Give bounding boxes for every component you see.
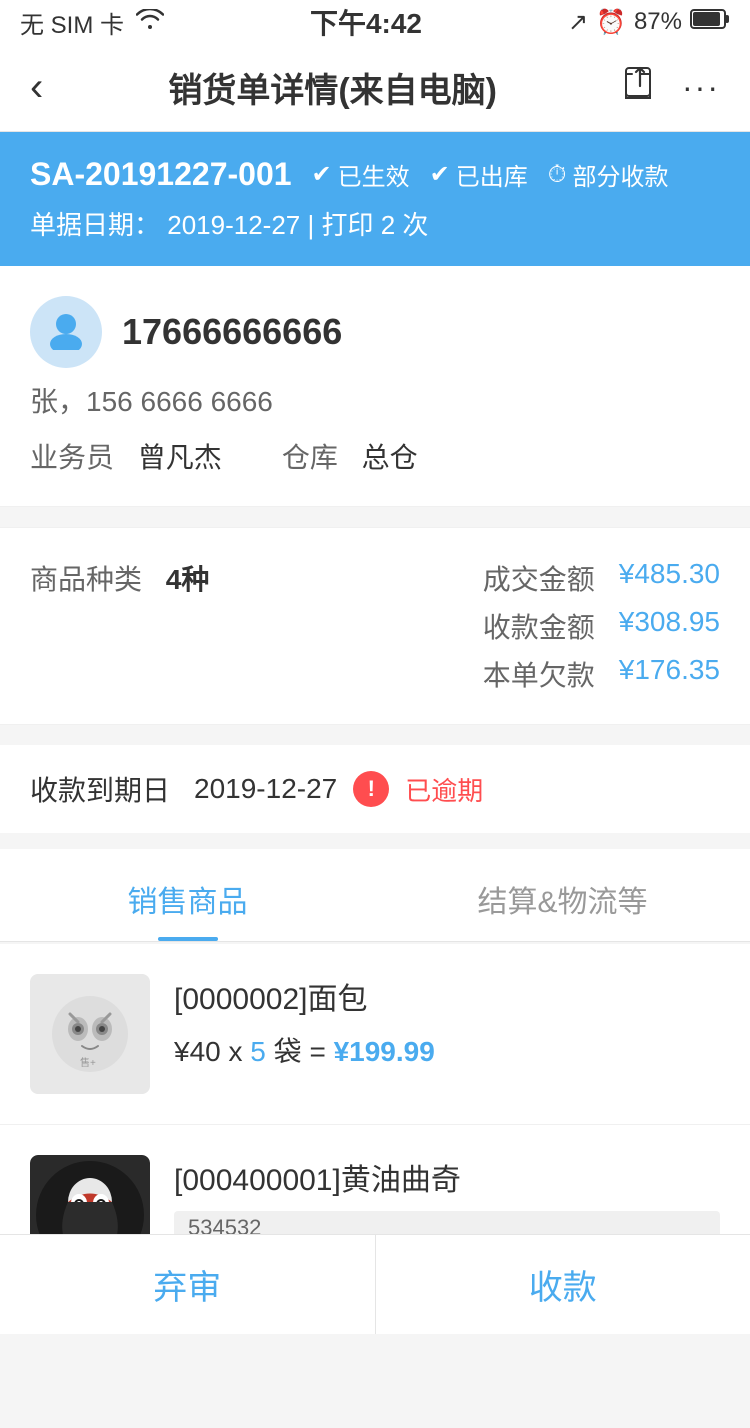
check-icon-2: ✔ [430,160,450,189]
status-badge-active: ✔ 已生效 [312,157,410,192]
avatar-icon [44,306,88,359]
product-thumb-placeholder-1: 售+ [30,974,150,1094]
salesperson-label: 业务员 [30,442,114,473]
customer-top: 17666666666 [30,296,720,368]
product-types-count: 4种 [166,564,210,595]
transaction-amount: ¥485.30 [619,558,720,598]
arrears-amount-row: 本单欠款 ¥176.35 [483,654,720,694]
overdue-text: 已逾期 [405,771,483,808]
unit-value-1: 袋 [274,1036,302,1067]
tabs-row: 销售商品 结算&物流等 [0,849,750,941]
battery-text: 87% [634,8,682,36]
order-number: SA-20191227-001 [30,156,292,193]
bottom-bar: 弃审 收款 [0,1234,750,1334]
product-info-1: [0000002]面包 ¥40 x 5 袋 = ¥199.99 [174,974,720,1070]
customer-section: 17666666666 张，156 6666 6666 业务员 曾凡杰 仓库 总… [0,266,750,507]
product-types-field: 商品种类 4种 [30,558,209,598]
page-title: 销货单详情(来自电脑) [168,63,497,112]
customer-contact: 张，156 6666 6666 [30,380,720,420]
nav-left: ‹ [30,65,43,110]
transaction-amount-row: 成交金额 ¥485.30 [483,558,720,598]
status-bar-right: ↗ ⏰ 87% [568,8,730,37]
confirm-button[interactable]: 收款 [376,1235,750,1334]
status-badge-shipped: ✔ 已出库 [430,157,528,192]
warehouse-label: 仓库 [282,442,338,473]
product-name-1: [0000002]面包 [174,974,720,1018]
order-banner-top: SA-20191227-001 ✔ 已生效 ✔ 已出库 ⏱ 部分收款 [30,156,720,193]
salesperson-value: 曾凡杰 [138,442,222,473]
tab-settlement-label: 结算&物流等 [477,886,647,919]
overdue-icon: ! [353,771,389,807]
warehouse-field: 仓库 总仓 [282,436,418,476]
svg-text:售+: 售+ [80,1056,96,1069]
amounts-column: 成交金额 ¥485.30 收款金额 ¥308.95 本单欠款 ¥176.35 [483,558,720,694]
arrears-amount: ¥176.35 [619,654,720,694]
qty-value-1: 5 [250,1036,266,1067]
payment-label: 收款金额 [483,606,595,646]
status-bar: 无 SIM 卡 下午4:42 ↗ ⏰ 87% [0,0,750,44]
warehouse-value: 总仓 [362,442,418,473]
product-thumb-1: 售+ [30,974,150,1094]
price-value-1: ¥40 [174,1036,221,1067]
wifi-icon [136,8,164,36]
summary-row: 商品种类 4种 成交金额 ¥485.30 收款金额 ¥308.95 本单欠款 ¥… [30,558,720,694]
due-date-section: 收款到期日 2019-12-27 ! 已逾期 [0,745,750,833]
more-icon[interactable]: ··· [682,69,720,106]
avatar [30,296,102,368]
payment-amount-row: 收款金额 ¥308.95 [483,606,720,646]
share-icon[interactable] [622,66,658,109]
order-banner: SA-20191227-001 ✔ 已生效 ✔ 已出库 ⏱ 部分收款 单据日期：… [0,132,750,266]
customer-id: 17666666666 [122,311,342,353]
due-date-value: 2019-12-27 [194,773,337,805]
cancel-button[interactable]: 弃审 [0,1235,376,1334]
nav-right: ··· [622,66,720,109]
tabs-section: 销售商品 结算&物流等 [0,849,750,942]
product-price-1: ¥40 x 5 袋 = ¥199.99 [174,1030,720,1070]
transaction-label: 成交金额 [483,558,595,598]
tab-settlement[interactable]: 结算&物流等 [375,849,750,941]
status-bar-time: 下午4:42 [310,2,422,42]
due-date-label: 收款到期日 [30,769,170,809]
order-date-line: 单据日期： 2019-12-27 | 打印 2 次 [30,205,720,242]
product-types-label: 商品种类 [30,564,142,595]
arrears-label: 本单欠款 [483,654,595,694]
list-item: 售+ [0000002]面包 ¥40 x 5 袋 = ¥199.99 [0,944,750,1125]
check-icon-1: ✔ [312,160,332,189]
carrier-text: 无 SIM 卡 [20,5,124,40]
status-badge-partial: ⏱ 部分收款 [548,157,669,192]
nav-bar: ‹ 销货单详情(来自电脑) ··· [0,44,750,132]
product-name-2: [000400001]黄油曲奇 [174,1155,720,1199]
battery-icon [690,8,730,37]
status-bar-left: 无 SIM 卡 [20,5,164,40]
back-button[interactable]: ‹ [30,65,43,110]
summary-section: 商品种类 4种 成交金额 ¥485.30 收款金额 ¥308.95 本单欠款 ¥… [0,527,750,725]
customer-meta: 业务员 曾凡杰 仓库 总仓 [30,436,720,476]
payment-amount: ¥308.95 [619,606,720,646]
salesperson-field: 业务员 曾凡杰 [30,436,222,476]
alarm-icon: ⏰ [596,8,626,37]
tab-sales-label: 销售商品 [128,886,248,919]
clock-icon: ⏱ [548,161,567,189]
tab-sales-products[interactable]: 销售商品 [0,849,375,941]
location-icon: ↗ [568,8,588,37]
total-value-1: ¥199.99 [334,1036,435,1067]
